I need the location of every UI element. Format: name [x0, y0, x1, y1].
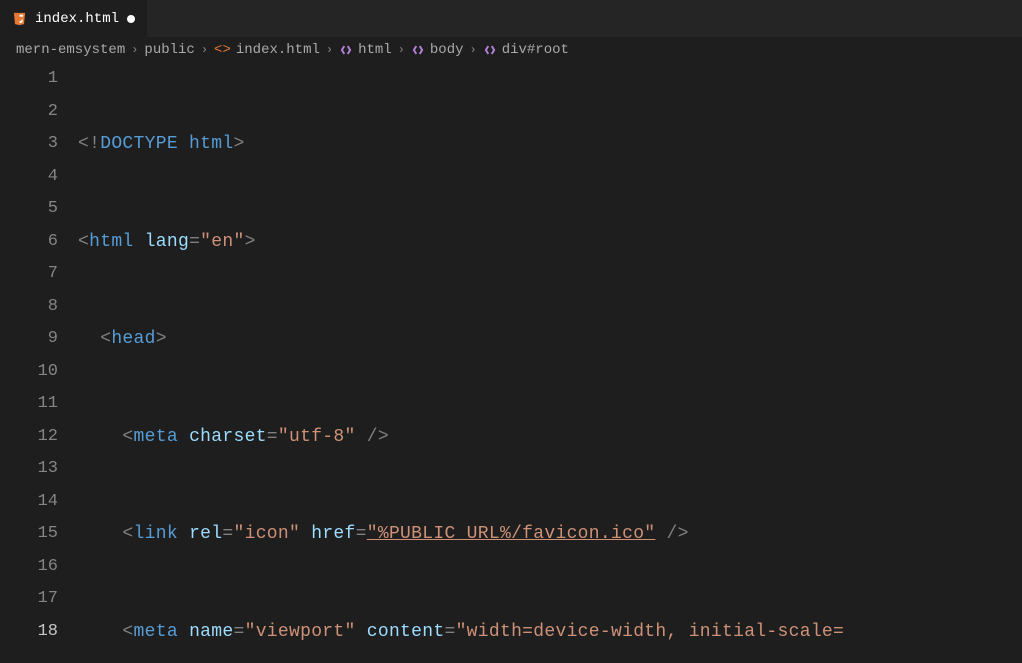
code-area[interactable]: <!DOCTYPE html> <html lang="en"> <head> …	[78, 63, 1022, 663]
html-file-icon	[12, 11, 27, 26]
line-number-gutter: 1 2 3 4 5 6 7 8 9 10 11 12 13 14 15 16 1…	[0, 63, 78, 663]
crumb-file[interactable]: <> index.html	[214, 42, 320, 58]
chevron-right-icon: ›	[398, 43, 405, 57]
breadcrumb: mern-emsystem › public › <> index.html ›…	[0, 37, 1022, 63]
code-line: <!DOCTYPE html>	[78, 128, 1022, 161]
crumb-symbol-html[interactable]: html	[339, 42, 392, 58]
modified-indicator-icon	[127, 15, 135, 23]
code-line: <html lang="en">	[78, 226, 1022, 259]
symbol-icon	[339, 43, 353, 57]
tab-bar: index.html	[0, 0, 1022, 37]
tab-filename: index.html	[35, 11, 119, 27]
chevron-right-icon: ›	[326, 43, 333, 57]
crumb-folder[interactable]: public	[144, 42, 194, 58]
code-line: <link rel="icon" href="%PUBLIC_URL%/favi…	[78, 518, 1022, 551]
code-line: <meta charset="utf-8" />	[78, 421, 1022, 454]
symbol-icon	[411, 43, 425, 57]
tab-index-html[interactable]: index.html	[0, 0, 147, 37]
html-file-icon: <>	[214, 42, 231, 58]
symbol-icon	[483, 43, 497, 57]
code-line: <head>	[78, 323, 1022, 356]
editor[interactable]: 1 2 3 4 5 6 7 8 9 10 11 12 13 14 15 16 1…	[0, 63, 1022, 663]
crumb-symbol-div-root[interactable]: div#root	[483, 42, 569, 58]
chevron-right-icon: ›	[470, 43, 477, 57]
code-line: <meta name="viewport" content="width=dev…	[78, 616, 1022, 649]
chevron-right-icon: ›	[201, 43, 208, 57]
crumb-symbol-body[interactable]: body	[411, 42, 464, 58]
chevron-right-icon: ›	[131, 43, 138, 57]
crumb-project[interactable]: mern-emsystem	[16, 42, 125, 58]
